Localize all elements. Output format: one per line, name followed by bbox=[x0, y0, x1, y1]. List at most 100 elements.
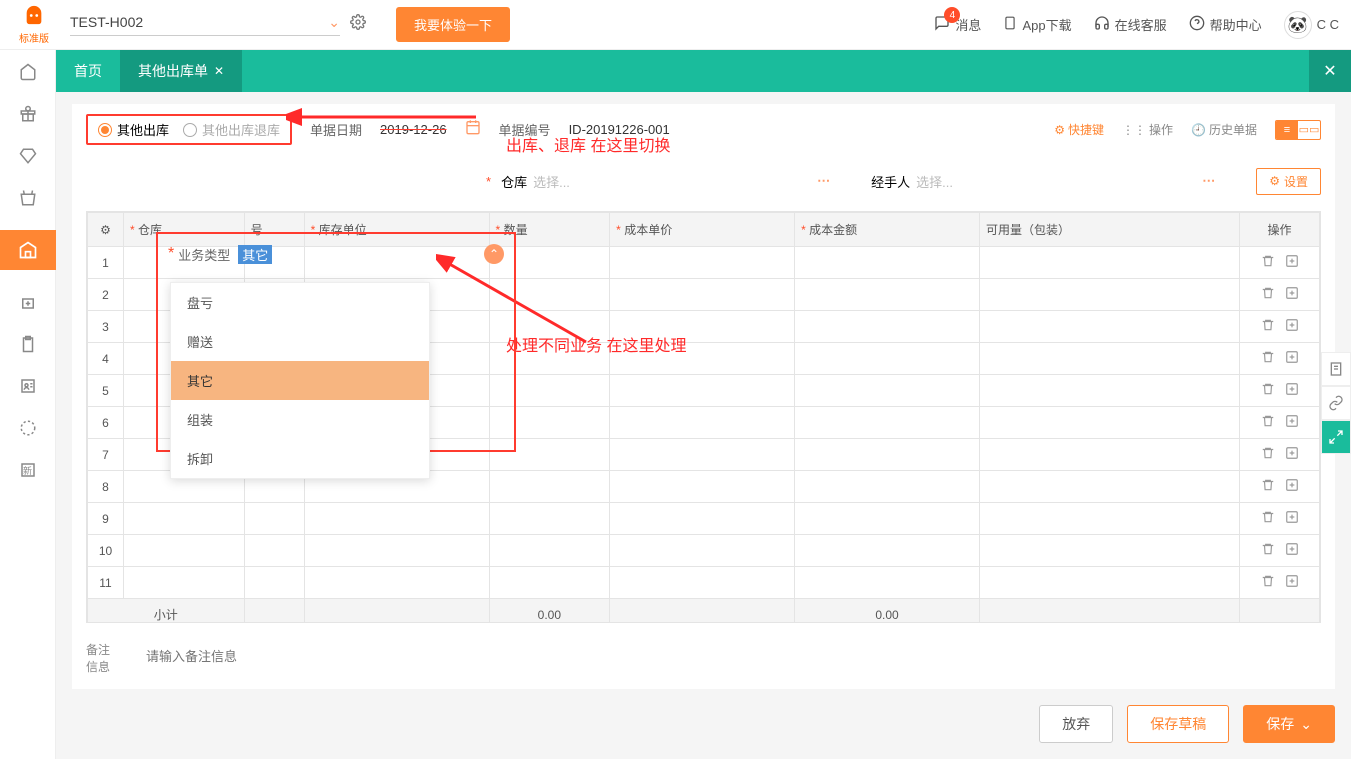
delete-row-icon[interactable] bbox=[1261, 446, 1275, 463]
add-row-icon[interactable] bbox=[1285, 478, 1299, 495]
chevron-up-icon[interactable]: ⌃ bbox=[484, 244, 504, 264]
radio-return-label: 其他出库退库 bbox=[202, 120, 280, 139]
view-toggle[interactable]: ≡ ▭▭ bbox=[1275, 120, 1321, 140]
delete-row-icon[interactable] bbox=[1261, 510, 1275, 527]
add-row-icon[interactable] bbox=[1285, 510, 1299, 527]
experience-button[interactable]: 我要体验一下 bbox=[396, 7, 510, 42]
add-row-icon[interactable] bbox=[1285, 446, 1299, 463]
table-row[interactable]: 10 bbox=[88, 535, 1320, 567]
dd-option-1[interactable]: 赠送 bbox=[171, 322, 429, 361]
subtotal-qty: 0.00 bbox=[489, 599, 610, 624]
add-row-icon[interactable] bbox=[1285, 286, 1299, 303]
th-op: 操作 bbox=[1240, 213, 1320, 247]
th-gear[interactable]: ⚙ bbox=[88, 213, 124, 247]
delete-row-icon[interactable] bbox=[1261, 350, 1275, 367]
remarks-input[interactable] bbox=[138, 641, 1321, 672]
float-note-icon[interactable] bbox=[1321, 352, 1351, 386]
table-row[interactable]: 9 bbox=[88, 503, 1320, 535]
avatar: 🐼 bbox=[1284, 11, 1312, 39]
save-button[interactable]: 保存 ⌄ bbox=[1243, 705, 1335, 743]
tab-home-label: 首页 bbox=[74, 61, 102, 81]
add-row-icon[interactable] bbox=[1285, 414, 1299, 431]
table-row[interactable]: 11 bbox=[88, 567, 1320, 599]
add-row-icon[interactable] bbox=[1285, 542, 1299, 559]
warehouse-more-icon[interactable]: ⋯ bbox=[817, 173, 831, 189]
delete-row-icon[interactable] bbox=[1261, 574, 1275, 591]
delete-row-icon[interactable] bbox=[1261, 318, 1275, 335]
nav-gift-icon[interactable] bbox=[18, 104, 38, 124]
dd-option-0[interactable]: 盘亏 bbox=[171, 283, 429, 322]
radio-return[interactable]: 其他出库退库 bbox=[183, 120, 280, 139]
nav-new-icon[interactable]: 新 bbox=[18, 460, 38, 480]
date-value[interactable]: 2019-12-26 bbox=[380, 122, 447, 137]
app-download-link[interactable]: App下载 bbox=[1003, 15, 1071, 34]
calendar-icon[interactable] bbox=[465, 119, 481, 140]
dd-option-2[interactable]: 其它 bbox=[171, 361, 429, 400]
nav-clipboard-icon[interactable] bbox=[18, 334, 38, 354]
delete-row-icon[interactable] bbox=[1261, 254, 1275, 271]
nav-contact-icon[interactable] bbox=[18, 376, 38, 396]
right-float-tools bbox=[1321, 352, 1351, 454]
nav-money-icon[interactable] bbox=[18, 292, 38, 312]
row-index: 8 bbox=[88, 471, 124, 503]
add-row-icon[interactable] bbox=[1285, 382, 1299, 399]
float-link-icon[interactable] bbox=[1321, 386, 1351, 420]
delete-row-icon[interactable] bbox=[1261, 382, 1275, 399]
delete-row-icon[interactable] bbox=[1261, 542, 1275, 559]
radio-out[interactable]: 其他出库 bbox=[98, 120, 169, 139]
save-draft-button[interactable]: 保存草稿 bbox=[1127, 705, 1229, 743]
tabs-bar: 首页 其他出库单 ✕ ✕ bbox=[56, 50, 1351, 92]
add-row-icon[interactable] bbox=[1285, 318, 1299, 335]
service-link[interactable]: 在线客服 bbox=[1094, 15, 1167, 34]
footer-actions: 放弃 保存草稿 保存 ⌄ bbox=[72, 699, 1335, 749]
help-link[interactable]: 帮助中心 bbox=[1189, 15, 1262, 34]
handler-more-icon[interactable]: ⋯ bbox=[1202, 173, 1216, 189]
nav-bag-icon[interactable] bbox=[18, 188, 38, 208]
th-amount: * 成本金额 bbox=[795, 213, 980, 247]
date-label: 单据日期 bbox=[310, 120, 362, 139]
biz-type-select[interactable]: * 业务类型 其它 ⌃ bbox=[168, 244, 504, 264]
tab-other-out[interactable]: 其他出库单 ✕ bbox=[120, 50, 242, 92]
hotkey-link[interactable]: ⚙ 快捷键 bbox=[1054, 121, 1104, 138]
top-header: 标准版 TEST-H002 ⌄ 我要体验一下 消息 4 App下载 在线客服 帮… bbox=[0, 0, 1351, 50]
config-button[interactable]: ⚙ 设置 bbox=[1256, 168, 1321, 195]
handler-field[interactable]: 经手人 选择... ⋯ bbox=[871, 172, 1216, 191]
add-row-icon[interactable] bbox=[1285, 254, 1299, 271]
chevron-down-icon: ⌄ bbox=[1300, 716, 1312, 733]
biz-type-label: 业务类型 bbox=[178, 245, 230, 264]
nav-diamond-icon[interactable] bbox=[18, 146, 38, 166]
message-link[interactable]: 消息 4 bbox=[934, 15, 981, 34]
warehouse-field[interactable]: * 仓库 选择... ⋯ bbox=[486, 172, 831, 191]
delete-row-icon[interactable] bbox=[1261, 286, 1275, 303]
row-index: 11 bbox=[88, 567, 124, 599]
th-price: * 成本单价 bbox=[610, 213, 795, 247]
docno-label: 单据编号 bbox=[499, 120, 551, 139]
delete-row-icon[interactable] bbox=[1261, 478, 1275, 495]
radio-out-label: 其他出库 bbox=[117, 120, 169, 139]
dd-option-3[interactable]: 组装 bbox=[171, 400, 429, 439]
meta-row: 其他出库 其他出库退库 单据日期 2019-12-26 单据编号 ID-2019… bbox=[72, 104, 1335, 155]
dd-option-4[interactable]: 拆卸 bbox=[171, 439, 429, 478]
operate-link[interactable]: ⋮⋮ 操作 bbox=[1122, 121, 1173, 138]
remarks-section: 备注信息 bbox=[86, 637, 1321, 675]
nav-home-icon[interactable] bbox=[18, 62, 38, 82]
logo: 标准版 bbox=[12, 4, 56, 45]
close-icon[interactable]: ✕ bbox=[214, 64, 224, 78]
nav-warehouse-icon[interactable] bbox=[0, 230, 56, 270]
close-all-tabs[interactable]: ✕ bbox=[1309, 50, 1351, 92]
add-row-icon[interactable] bbox=[1285, 350, 1299, 367]
delete-row-icon[interactable] bbox=[1261, 414, 1275, 431]
float-expand-icon[interactable] bbox=[1321, 420, 1351, 454]
user-menu[interactable]: 🐼 C C bbox=[1284, 11, 1339, 39]
biz-type-dropdown: 盘亏 赠送 其它 组装 拆卸 bbox=[170, 282, 430, 479]
add-row-icon[interactable] bbox=[1285, 574, 1299, 591]
gear-icon[interactable] bbox=[350, 14, 366, 35]
tab-home[interactable]: 首页 bbox=[56, 50, 120, 92]
row-index: 1 bbox=[88, 247, 124, 279]
store-selector[interactable]: TEST-H002 ⌄ bbox=[70, 14, 340, 36]
phone-icon bbox=[1003, 15, 1017, 34]
warehouse-label: 仓库 bbox=[501, 172, 527, 191]
nav-circle-icon[interactable] bbox=[18, 418, 38, 438]
discard-button[interactable]: 放弃 bbox=[1039, 705, 1113, 743]
history-link[interactable]: 🕘 历史单据 bbox=[1191, 121, 1257, 138]
